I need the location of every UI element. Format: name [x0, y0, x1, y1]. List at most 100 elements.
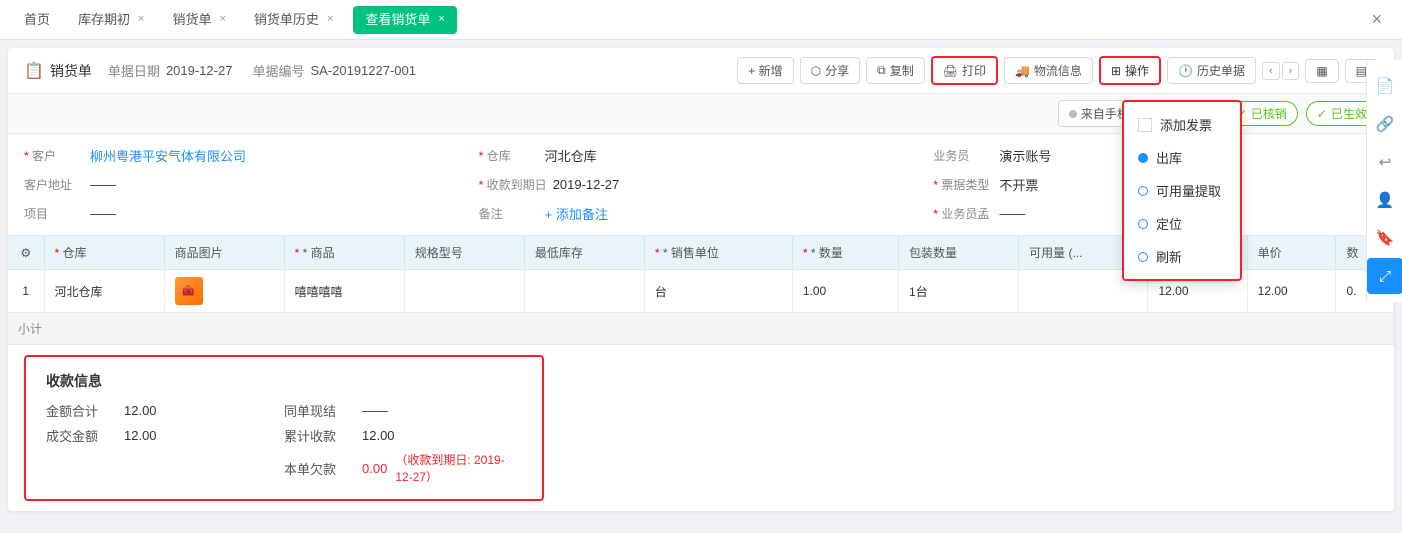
tab-check-sales-label: 查看销货单 — [365, 9, 430, 28]
remark-add[interactable]: + 添加备注 — [545, 204, 608, 223]
tab-home-label: 首页 — [24, 9, 50, 28]
col-min-stock: 最低库存 — [524, 236, 644, 270]
customer-label: 客户 — [24, 147, 84, 164]
confirmed-label: 已核销 — [1251, 105, 1287, 122]
payment-box: 收款信息 金额合计 12.00 同单现结 —— 成交金额 12.00 累计收款 … — [24, 355, 544, 501]
refresh-dot — [1138, 252, 1148, 262]
tab-home[interactable]: 首页 — [10, 0, 64, 40]
invoice-label: 票据类型 — [933, 176, 993, 193]
overdue-label: 本单欠款 — [284, 459, 354, 478]
locate-label: 定位 — [1156, 214, 1182, 233]
effective-check-icon: ✓ — [1317, 107, 1327, 121]
share-button[interactable]: ⬡ 分享 — [800, 57, 861, 84]
col-unit: * 销售单位 — [644, 236, 792, 270]
cell-pkg-qty: 1台 — [899, 270, 1019, 313]
col-qty: * 数量 — [792, 236, 898, 270]
window-close-button[interactable]: × — [1361, 9, 1392, 30]
address-label: 客户地址 — [24, 176, 84, 193]
project-label: 项目 — [24, 205, 84, 222]
cell-row-num: 1 — [8, 270, 44, 313]
cell-qty: 1.00 — [792, 270, 898, 313]
remark-label: 备注 — [479, 205, 539, 222]
dropdown-refresh[interactable]: 刷新 — [1124, 240, 1240, 273]
tab-check-sales-close[interactable]: × — [438, 13, 444, 25]
tab-bar: 首页 库存期初 × 销货单 × 销货单历史 × 查看销货单 × × — [0, 0, 1402, 40]
doc-title: 📋 销货单 — [24, 61, 92, 81]
outbound-dot — [1138, 153, 1148, 163]
subtotal-label: 小计 — [8, 313, 1394, 345]
prev-arrow[interactable]: ‹ — [1262, 62, 1280, 80]
doc-number-value: SA-20191227-001 — [310, 63, 416, 78]
operation-dropdown: 添加发票 出库 可用量提取 定位 刷新 — [1122, 100, 1242, 281]
total-amount-label: 金额合计 — [46, 401, 116, 420]
payment-date-value: 2019-12-27 — [553, 177, 620, 192]
customer-value: 柳州粤港平安气体有限公司 — [90, 146, 246, 165]
tab-inventory-init[interactable]: 库存期初 × — [64, 0, 158, 40]
print-button[interactable]: 🖨 打印 — [931, 56, 998, 85]
copy-icon: ⧉ — [877, 63, 886, 78]
operation-button[interactable]: ⊞ 操作 — [1099, 56, 1161, 85]
overdue-item: 本单欠款 0.00 （收款到期日: 2019-12-27） — [284, 451, 522, 485]
doc-header: 📋 销货单 单据日期 2019-12-27 单据编号 SA-20191227-0… — [8, 48, 1394, 94]
address-row: 客户地址 —— — [24, 175, 469, 194]
cell-spec — [404, 270, 524, 313]
same-order-value: —— — [362, 403, 388, 418]
add-invoice-checkbox[interactable] — [1138, 118, 1152, 132]
col-product: * 商品 — [284, 236, 404, 270]
sidebar-doc-icon[interactable]: 📄 — [1367, 68, 1402, 104]
remark-row: 备注 + 添加备注 — [479, 204, 924, 223]
right-sidebar: 📄 🔗 ↩ 👤 🔖 ⤢ — [1366, 60, 1402, 302]
doc-title-text: 销货单 — [50, 61, 92, 81]
dropdown-outbound[interactable]: 出库 — [1124, 141, 1240, 174]
transaction-item: 成交金额 12.00 — [46, 426, 284, 445]
tab-inventory-init-close[interactable]: × — [138, 13, 144, 25]
cell-product-img: 🧰 — [164, 270, 284, 313]
col-spec: 规格型号 — [404, 236, 524, 270]
tab-sales-history-close[interactable]: × — [327, 13, 333, 25]
dropdown-locate[interactable]: 定位 — [1124, 207, 1240, 240]
total-amount-item: 金额合计 12.00 — [46, 401, 284, 420]
payment-grid: 金额合计 12.00 同单现结 —— 成交金额 12.00 累计收款 12.00… — [46, 401, 522, 485]
cell-price: 12.00 — [1247, 270, 1336, 313]
tab-sales-order-close[interactable]: × — [219, 13, 225, 25]
sidebar-tag-icon[interactable]: 🔖 — [1367, 220, 1402, 256]
dropdown-add-invoice[interactable]: 添加发票 — [1124, 108, 1240, 141]
share-icon: ⬡ — [811, 64, 821, 78]
layout1-button[interactable]: ▦ — [1305, 59, 1338, 83]
history-button[interactable]: 🕐 历史单据 — [1167, 57, 1256, 84]
col-warehouse: 仓库 — [44, 236, 164, 270]
copy-button[interactable]: ⧉ 复制 — [866, 57, 925, 84]
warehouse-value: 河北仓库 — [545, 146, 597, 165]
cell-product: 嘻嘻嘻嘻 — [284, 270, 404, 313]
next-arrow[interactable]: › — [1282, 62, 1300, 80]
cell-unit: 台 — [644, 270, 792, 313]
col-product-img: 商品图片 — [164, 236, 284, 270]
available-extract-dot — [1138, 186, 1148, 196]
total-amount-value: 12.00 — [124, 403, 157, 418]
history-label: 历史单据 — [1197, 62, 1245, 79]
sidebar-expand-icon[interactable]: ⤢ — [1367, 258, 1402, 294]
salesman-label: 业务员孟 — [933, 205, 993, 222]
sidebar-return-icon[interactable]: ↩ — [1367, 144, 1402, 180]
sidebar-link-icon[interactable]: 🔗 — [1367, 106, 1402, 142]
overdue-value: 0.00 — [362, 461, 387, 476]
nav-arrows: ‹ › — [1262, 62, 1299, 80]
project-value: —— — [90, 206, 116, 221]
tab-check-sales[interactable]: 查看销货单 × — [353, 6, 456, 34]
tab-sales-history[interactable]: 销货单历史 × — [240, 0, 347, 40]
sidebar-user-icon[interactable]: 👤 — [1367, 182, 1402, 218]
logistics-button[interactable]: 🚚 物流信息 — [1004, 57, 1093, 84]
staff-value: 演示账号 — [999, 146, 1051, 165]
cell-warehouse: 河北仓库 — [44, 270, 164, 313]
tab-sales-order[interactable]: 销货单 × — [158, 0, 239, 40]
cell-min-stock — [524, 270, 644, 313]
product-image: 🧰 — [175, 277, 203, 305]
new-button[interactable]: + 新增 — [737, 57, 793, 84]
tab-inventory-init-label: 库存期初 — [78, 9, 130, 28]
warehouse-row: 仓库 河北仓库 — [479, 146, 924, 165]
doc-date-label: 单据日期 — [108, 61, 160, 80]
available-extract-label: 可用量提取 — [1156, 181, 1221, 200]
dropdown-available-extract[interactable]: 可用量提取 — [1124, 174, 1240, 207]
salesman-value: —— — [999, 206, 1025, 221]
share-label: 分享 — [825, 62, 849, 79]
